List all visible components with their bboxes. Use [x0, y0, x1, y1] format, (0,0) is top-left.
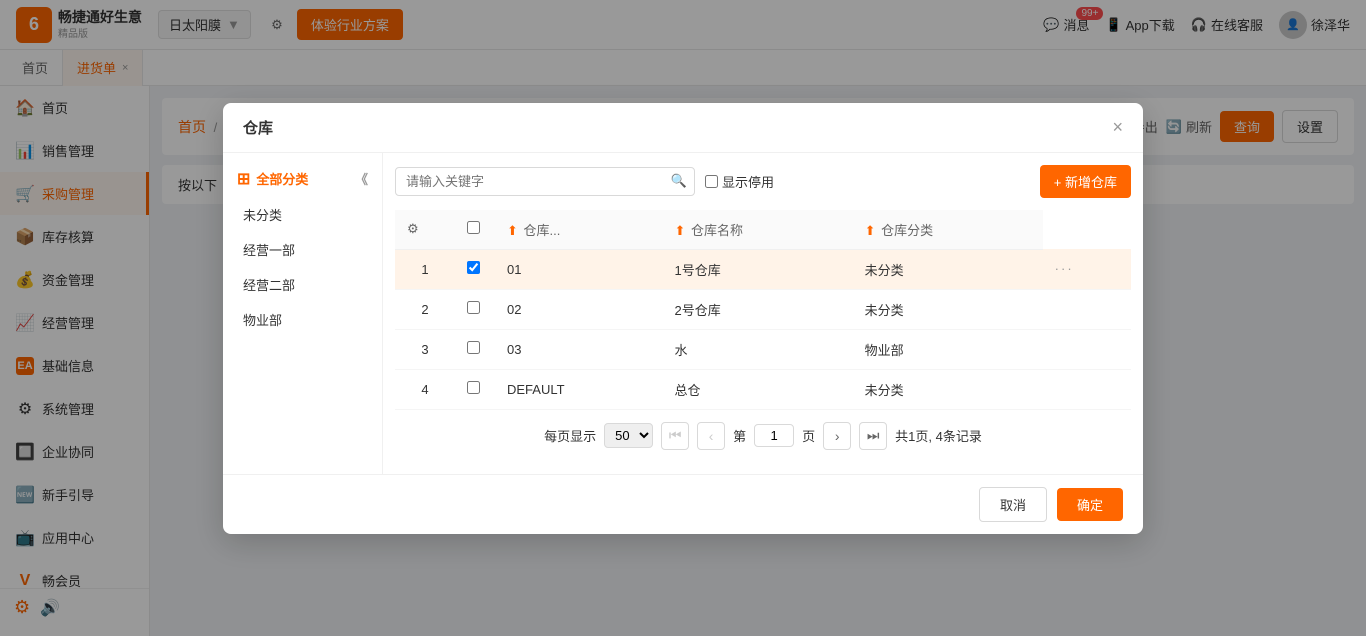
search-input-wrap: 🔍 — [395, 167, 695, 196]
grid-icon: ⊞ — [237, 169, 250, 189]
row-check[interactable] — [455, 289, 495, 329]
table-body: 1 01 1号仓库 未分类 ··· 2 02 2 — [395, 249, 1131, 409]
per-page-select[interactable]: 50 — [604, 423, 653, 448]
table-toolbar: 🔍 显示停用 + 新增仓库 — [395, 165, 1131, 198]
table-area: 🔍 显示停用 + 新增仓库 ⚙ — [383, 153, 1143, 474]
row-name: 2号仓库 — [663, 289, 853, 329]
page-input[interactable] — [754, 424, 794, 447]
show-disabled-checkbox[interactable]: 显示停用 — [705, 172, 774, 191]
warehouse-dialog: 仓库 × ⊞ 全部分类 《 未分类 经营一部 经营二部 物业部 — [223, 103, 1143, 534]
search-input[interactable] — [395, 167, 695, 196]
row-actions[interactable] — [1043, 369, 1131, 409]
cat-item-dept1[interactable]: 经营一部 — [223, 232, 382, 267]
page-suffix: 页 — [802, 426, 815, 445]
show-disabled-label: 显示停用 — [722, 172, 774, 191]
add-warehouse-button[interactable]: + 新增仓库 — [1040, 165, 1131, 198]
table-row[interactable]: 2 02 2号仓库 未分类 — [395, 289, 1131, 329]
table-header-row: ⚙ ⬆ 仓库... ⬆ — [395, 210, 1131, 250]
first-page-button[interactable]: ⏮ — [661, 422, 689, 450]
th-name-label: 仓库名称 — [691, 223, 743, 238]
dialog-overlay: 仓库 × ⊞ 全部分类 《 未分类 经营一部 经营二部 物业部 — [0, 0, 1366, 636]
confirm-button[interactable]: 确定 — [1057, 488, 1123, 521]
last-page-button[interactable]: ⏭ — [859, 422, 887, 450]
table-row[interactable]: 4 DEFAULT 总仓 未分类 — [395, 369, 1131, 409]
next-page-button[interactable]: › — [823, 422, 851, 450]
dialog-title: 仓库 — [243, 117, 273, 138]
row-actions[interactable]: ··· — [1043, 249, 1131, 289]
more-actions-icon[interactable]: ··· — [1055, 261, 1074, 276]
th-category: ⬆ 仓库分类 — [853, 210, 1043, 250]
per-page-label: 每页显示 — [544, 426, 596, 445]
row-name: 水 — [663, 329, 853, 369]
search-icon[interactable]: 🔍 — [671, 173, 687, 189]
dialog-body: ⊞ 全部分类 《 未分类 经营一部 经营二部 物业部 🔍 — [223, 153, 1143, 474]
dialog-header: 仓库 × — [223, 103, 1143, 153]
row-checkbox[interactable] — [467, 301, 480, 314]
row-category: 未分类 — [853, 369, 1043, 409]
th-check — [455, 210, 495, 250]
cat-item-unclassified[interactable]: 未分类 — [223, 197, 382, 232]
dialog-footer: 取消 确定 — [223, 474, 1143, 534]
all-category-item[interactable]: ⊞ 全部分类 《 — [223, 161, 382, 197]
sort-icon-code: ⬆ — [507, 223, 518, 238]
th-num: ⚙ — [395, 210, 455, 250]
table-row[interactable]: 3 03 水 物业部 — [395, 329, 1131, 369]
row-check[interactable] — [455, 249, 495, 289]
collapse-icon[interactable]: 《 — [355, 169, 368, 188]
disabled-checkbox-input[interactable] — [705, 175, 718, 188]
row-name: 1号仓库 — [663, 249, 853, 289]
th-code-label: 仓库... — [524, 223, 561, 238]
row-check[interactable] — [455, 369, 495, 409]
sort-icon-name: ⬆ — [675, 223, 686, 238]
page-prefix: 第 — [733, 426, 746, 445]
row-code: DEFAULT — [495, 369, 663, 409]
row-code: 02 — [495, 289, 663, 329]
row-name: 总仓 — [663, 369, 853, 409]
th-category-label: 仓库分类 — [881, 223, 933, 238]
row-num: 2 — [395, 289, 455, 329]
row-checkbox[interactable] — [467, 381, 480, 394]
all-category-label: 全部分类 — [256, 169, 308, 188]
row-actions[interactable] — [1043, 329, 1131, 369]
row-num: 4 — [395, 369, 455, 409]
row-checkbox[interactable] — [467, 341, 480, 354]
table-row[interactable]: 1 01 1号仓库 未分类 ··· — [395, 249, 1131, 289]
select-all-checkbox[interactable] — [467, 221, 480, 234]
row-category: 未分类 — [853, 249, 1043, 289]
th-code: ⬆ 仓库... — [495, 210, 663, 250]
pagination: 每页显示 50 ⏮ ‹ 第 页 › ⏭ 共1页, 4条记录 — [395, 410, 1131, 462]
total-label: 共1页, 4条记录 — [895, 426, 982, 445]
cancel-button[interactable]: 取消 — [979, 487, 1047, 522]
row-code: 03 — [495, 329, 663, 369]
settings-col-icon[interactable]: ⚙ — [407, 221, 419, 236]
row-category: 未分类 — [853, 289, 1043, 329]
th-name: ⬆ 仓库名称 — [663, 210, 853, 250]
row-category: 物业部 — [853, 329, 1043, 369]
cat-item-dept2[interactable]: 经营二部 — [223, 267, 382, 302]
row-actions[interactable] — [1043, 289, 1131, 329]
prev-page-button[interactable]: ‹ — [697, 422, 725, 450]
table-scroll-area: ⚙ ⬆ 仓库... ⬆ — [395, 210, 1131, 410]
dialog-close-button[interactable]: × — [1112, 117, 1123, 138]
row-num: 3 — [395, 329, 455, 369]
row-num: 1 — [395, 249, 455, 289]
row-code: 01 — [495, 249, 663, 289]
row-check[interactable] — [455, 329, 495, 369]
category-sidebar: ⊞ 全部分类 《 未分类 经营一部 经营二部 物业部 — [223, 153, 383, 474]
sort-icon-cat: ⬆ — [865, 223, 876, 238]
cat-item-property[interactable]: 物业部 — [223, 302, 382, 337]
row-checkbox[interactable] — [467, 261, 480, 274]
warehouse-table: ⚙ ⬆ 仓库... ⬆ — [395, 210, 1131, 410]
table-head: ⚙ ⬆ 仓库... ⬆ — [395, 210, 1131, 250]
